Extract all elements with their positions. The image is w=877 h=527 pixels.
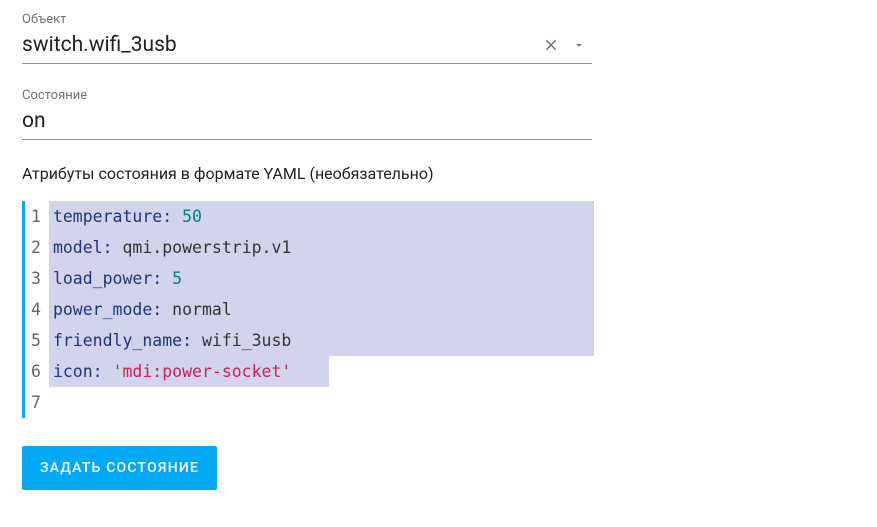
entity-input[interactable] <box>22 31 536 59</box>
gutter-line-number: 1 <box>31 201 41 232</box>
yaml-value: 50 <box>182 207 202 226</box>
yaml-value: normal <box>172 300 232 319</box>
gutter-line-number: 7 <box>31 387 41 418</box>
code-line[interactable]: icon: 'mdi:power-socket' <box>49 356 594 387</box>
chevron-down-icon[interactable] <box>566 38 592 52</box>
code-line[interactable]: temperature: 50 <box>49 201 594 232</box>
yaml-value: wifi_3usb <box>202 331 291 350</box>
entity-input-row <box>22 31 592 64</box>
gutter-line-number: 4 <box>31 294 41 325</box>
gutter-line-number: 6 <box>31 356 41 387</box>
attributes-section-label: Атрибуты состояния в формате YAML (необя… <box>22 164 855 183</box>
state-input[interactable] <box>22 107 592 135</box>
state-field-group: Состояние <box>22 88 855 140</box>
line-gutter: 1234567 <box>25 201 49 418</box>
yaml-key: power_mode: <box>53 300 162 319</box>
yaml-value: 5 <box>172 269 182 288</box>
gutter-line-number: 5 <box>31 325 41 356</box>
yaml-value: qmi.powerstrip.v1 <box>122 238 291 257</box>
yaml-editor[interactable]: 1234567 temperature: 50model: qmi.powers… <box>22 201 594 418</box>
code-line[interactable]: friendly_name: wifi_3usb <box>49 325 594 356</box>
code-line[interactable]: load_power: 5 <box>49 263 594 294</box>
yaml-key: model: <box>53 238 113 257</box>
clear-icon[interactable] <box>536 36 566 54</box>
entity-label: Объект <box>22 12 855 27</box>
gutter-line-number: 2 <box>31 232 41 263</box>
gutter-line-number: 3 <box>31 263 41 294</box>
yaml-key: icon: <box>53 362 103 381</box>
state-label: Состояние <box>22 88 855 103</box>
code-area[interactable]: temperature: 50model: qmi.powerstrip.v1l… <box>49 201 594 418</box>
yaml-key: temperature: <box>53 207 172 226</box>
state-input-row <box>22 107 592 140</box>
entity-field-group: Объект <box>22 12 855 64</box>
code-line[interactable]: power_mode: normal <box>49 294 594 325</box>
yaml-value: 'mdi:power-socket' <box>113 362 292 381</box>
set-state-button[interactable]: ЗАДАТЬ СОСТОЯНИЕ <box>22 446 217 490</box>
code-line[interactable]: model: qmi.powerstrip.v1 <box>49 232 594 263</box>
code-line[interactable] <box>49 387 594 418</box>
yaml-key: friendly_name: <box>53 331 192 350</box>
yaml-key: load_power: <box>53 269 162 288</box>
